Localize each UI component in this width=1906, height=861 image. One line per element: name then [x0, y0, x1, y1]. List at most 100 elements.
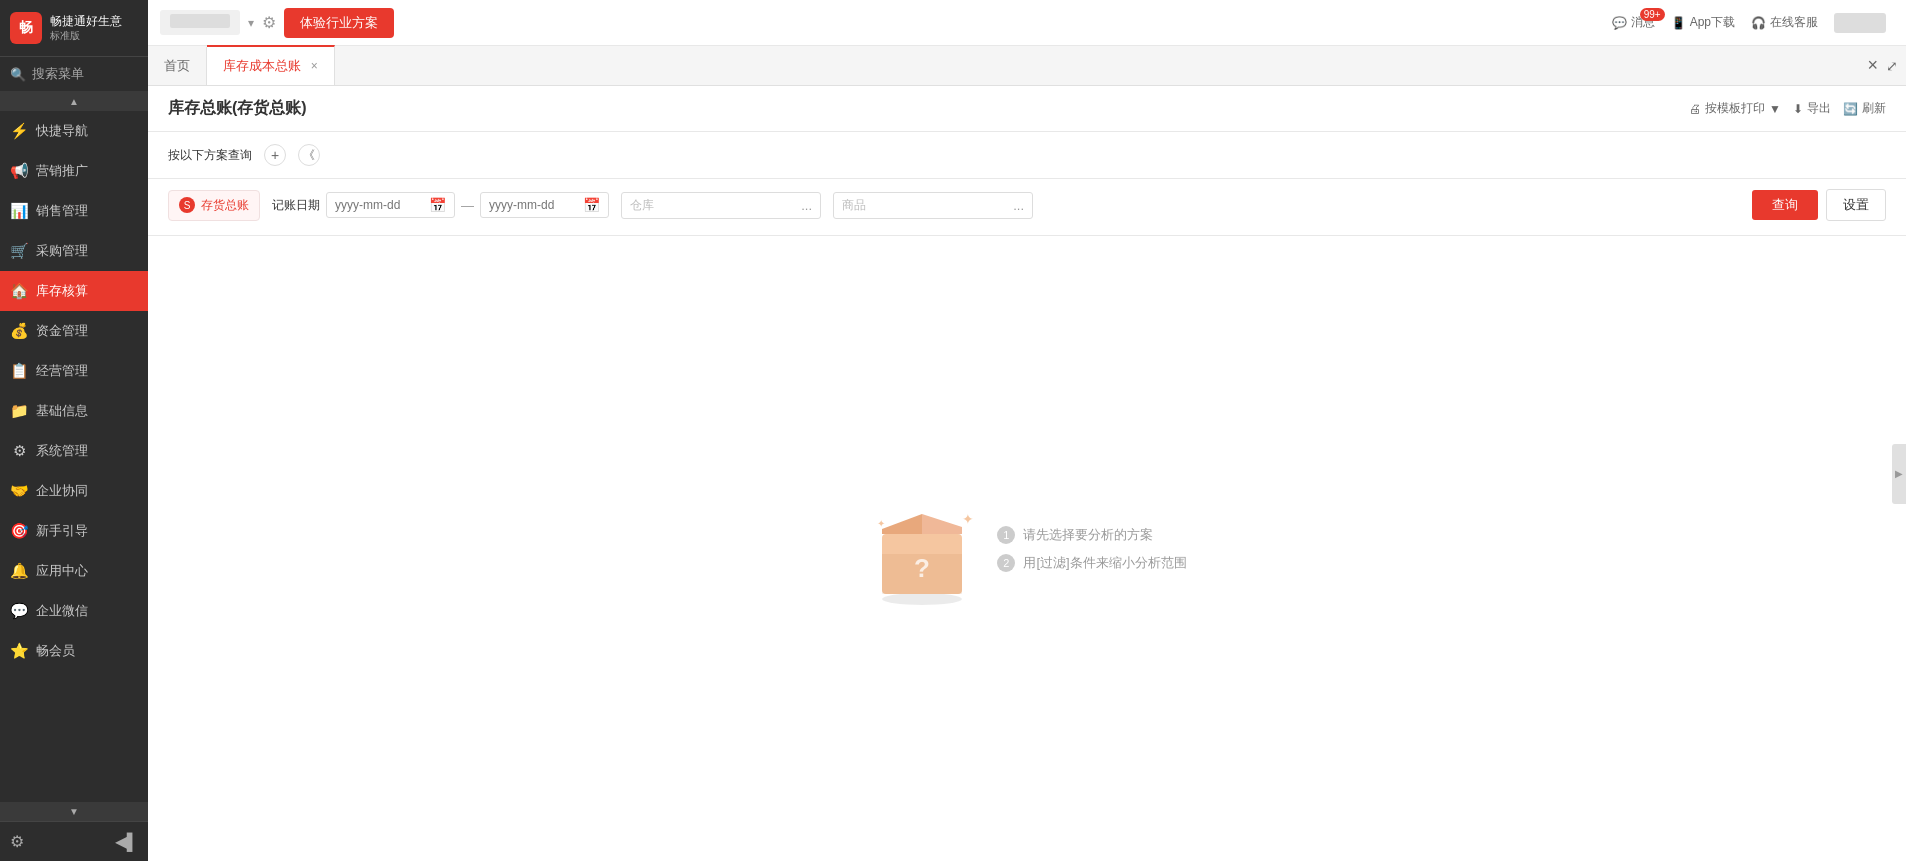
- warehouse-more-icon: ...: [801, 198, 812, 213]
- sidebar-item-label: 企业微信: [36, 602, 88, 620]
- date-label: 记账日期: [272, 197, 320, 214]
- sidebar-item-purchase[interactable]: 🛒 采购管理: [0, 231, 148, 271]
- sidebar-item-finance[interactable]: 💰 资金管理: [0, 311, 148, 351]
- tab-inventory-ledger[interactable]: 库存成本总账 ×: [207, 45, 335, 85]
- scheme-item[interactable]: S 存货总账: [168, 190, 260, 221]
- warehouse-filter[interactable]: 仓库 ...: [621, 192, 821, 219]
- sidebar-item-system[interactable]: ⚙ 系统管理: [0, 431, 148, 471]
- message-icon: 💬: [1612, 16, 1627, 30]
- plus-icon: +: [271, 147, 279, 163]
- enterprise-icon: 🤝: [10, 482, 28, 500]
- sidebar-item-guide[interactable]: 🎯 新手引导: [0, 511, 148, 551]
- sidebar-item-operation[interactable]: 📋 经营管理: [0, 351, 148, 391]
- topbar-gear-icon[interactable]: ⚙: [262, 13, 276, 32]
- svg-marker-3: [922, 514, 962, 534]
- sidebar-item-label: 新手引导: [36, 522, 88, 540]
- warehouse-label: 仓库: [630, 197, 654, 214]
- export-btn[interactable]: ⬇ 导出: [1793, 100, 1831, 117]
- calendar-end-icon[interactable]: 📅: [583, 197, 600, 213]
- svg-text:?: ?: [914, 553, 930, 583]
- sidebar-item-inventory[interactable]: 🏠 库存核算: [0, 271, 148, 311]
- empty-state: ? ✦ ✦ 1 请先选择要分析的方案 2 用[过滤]条件来缩小分析范围: [148, 236, 1906, 861]
- sidebar-item-member[interactable]: ⭐ 畅会员: [0, 631, 148, 671]
- close-panel-btn[interactable]: ×: [1867, 55, 1878, 76]
- print-dropdown-icon[interactable]: ▼: [1769, 102, 1781, 116]
- message-btn[interactable]: 💬 消息 99+: [1612, 14, 1655, 31]
- right-side-handle[interactable]: ▶: [1892, 444, 1906, 504]
- handle-icon: ▶: [1895, 468, 1903, 479]
- marketing-icon: 📢: [10, 162, 28, 180]
- query-btn[interactable]: 查询: [1752, 190, 1818, 220]
- date-end-field[interactable]: [489, 198, 579, 212]
- sidebar-item-app-center[interactable]: 🔔 应用中心: [0, 551, 148, 591]
- svg-marker-2: [882, 514, 922, 534]
- collapse-sidebar-icon[interactable]: ◀▌: [115, 832, 138, 851]
- svg-text:✦: ✦: [962, 511, 974, 527]
- page: 库存总账(存货总账) 🖨 按模板打印 ▼ ⬇ 导出 🔄 刷新: [148, 86, 1906, 861]
- sidebar-scroll-up-btn[interactable]: ▲: [0, 92, 148, 111]
- industry-btn[interactable]: 体验行业方案: [284, 8, 394, 38]
- quick-nav-icon: ⚡: [10, 122, 28, 140]
- sidebar-item-label: 采购管理: [36, 242, 88, 260]
- scheme-dot-icon: S: [179, 197, 195, 213]
- member-icon: ⭐: [10, 642, 28, 660]
- basic-icon: 📁: [10, 402, 28, 420]
- page-header-actions: 🖨 按模板打印 ▼ ⬇ 导出 🔄 刷新: [1689, 100, 1886, 117]
- sidebar-item-enterprise[interactable]: 🤝 企业协同: [0, 471, 148, 511]
- expand-panel-btn[interactable]: ⤢: [1886, 58, 1898, 74]
- empty-tip-1: 1 请先选择要分析的方案: [997, 526, 1186, 544]
- refresh-btn[interactable]: 🔄 刷新: [1843, 100, 1886, 117]
- settings-bottom-icon[interactable]: ⚙: [10, 832, 24, 851]
- tip-num-1: 1: [997, 526, 1015, 544]
- tip-num-2: 2: [997, 554, 1015, 572]
- user-avatar[interactable]: [1834, 11, 1894, 35]
- svg-text:✦: ✦: [877, 518, 885, 529]
- sidebar-item-sales[interactable]: 📊 销售管理: [0, 191, 148, 231]
- sidebar-item-quick-nav[interactable]: ⚡ 快捷导航: [0, 111, 148, 151]
- topbar-breadcrumb: [160, 10, 240, 35]
- date-start-field[interactable]: [335, 198, 425, 212]
- sidebar-nav: ⚡ 快捷导航 📢 营销推广 📊 销售管理 🛒 采购管理 🏠 库存核算 💰 资金管…: [0, 111, 148, 802]
- settings-btn[interactable]: 设置: [1826, 189, 1886, 221]
- tip-text-1: 请先选择要分析的方案: [1023, 526, 1153, 544]
- message-badge: 99+: [1640, 8, 1665, 21]
- print-btn[interactable]: 🖨 按模板打印 ▼: [1689, 100, 1781, 117]
- calendar-start-icon[interactable]: 📅: [429, 197, 446, 213]
- operation-icon: 📋: [10, 362, 28, 380]
- date-range-filter: 记账日期 📅 — 📅: [272, 192, 609, 218]
- print-label: 按模板打印: [1705, 100, 1765, 117]
- refresh-icon: 🔄: [1843, 102, 1858, 116]
- logo-text: 畅捷通好生意 标准版: [50, 14, 122, 43]
- sidebar-item-marketing[interactable]: 📢 营销推广: [0, 151, 148, 191]
- logo-icon: 畅: [10, 12, 42, 44]
- inventory-icon: 🏠: [10, 282, 28, 300]
- topbar-chevron-icon[interactable]: ▾: [248, 16, 254, 30]
- sidebar-item-label: 企业协同: [36, 482, 88, 500]
- app-download-btn[interactable]: 📱 App下载: [1671, 14, 1735, 31]
- online-support-btn[interactable]: 🎧 在线客服: [1751, 14, 1818, 31]
- empty-illustration: ? ✦ ✦: [867, 499, 967, 599]
- date-end-input[interactable]: 📅: [480, 192, 609, 218]
- sidebar-scroll-down-btn[interactable]: ▼: [0, 802, 148, 821]
- guide-icon: 🎯: [10, 522, 28, 540]
- tab-close-btn[interactable]: ×: [311, 59, 318, 73]
- filter-add-btn[interactable]: +: [264, 144, 286, 166]
- date-start-input[interactable]: 📅: [326, 192, 455, 218]
- sidebar-item-label: 快捷导航: [36, 122, 88, 140]
- sidebar-item-label: 系统管理: [36, 442, 88, 460]
- collapse-icon: 《: [303, 147, 315, 164]
- sidebar-search[interactable]: 🔍 搜索菜单: [0, 57, 148, 92]
- scheme-item-label: 存货总账: [201, 197, 249, 214]
- tab-home[interactable]: 首页: [148, 47, 207, 85]
- sidebar-item-wechat[interactable]: 💬 企业微信: [0, 591, 148, 631]
- topbar-left: ▾ ⚙ 体验行业方案: [160, 8, 1604, 38]
- filter-collapse-btn[interactable]: 《: [298, 144, 320, 166]
- sidebar-item-basic[interactable]: 📁 基础信息: [0, 391, 148, 431]
- export-icon: ⬇: [1793, 102, 1803, 116]
- search-icon: 🔍: [10, 67, 26, 82]
- page-content: 库存总账(存货总账) 🖨 按模板打印 ▼ ⬇ 导出 🔄 刷新: [148, 86, 1906, 861]
- sidebar: 畅 畅捷通好生意 标准版 🔍 搜索菜单 ▲ ⚡ 快捷导航 📢 营销推广 📊 销售…: [0, 0, 148, 861]
- product-filter[interactable]: 商品 ...: [833, 192, 1033, 219]
- sidebar-item-label: 库存核算: [36, 282, 88, 300]
- online-support-label: 在线客服: [1770, 14, 1818, 31]
